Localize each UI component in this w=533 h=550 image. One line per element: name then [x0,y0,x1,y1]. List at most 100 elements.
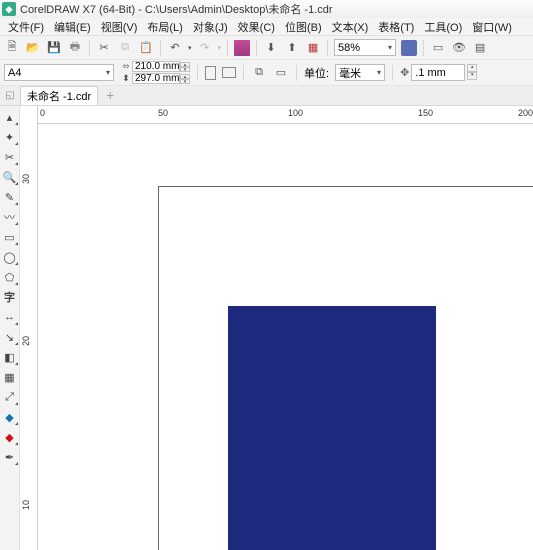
separator [392,65,393,81]
publish-pdf-icon[interactable]: ▦ [305,40,321,56]
redo-icon[interactable]: ↷ [197,40,213,56]
nudge-icon: ✥ [400,66,409,79]
text-tool-icon[interactable]: 字 [3,290,17,304]
separator [197,65,198,81]
units-combo[interactable]: 毫米 ▾ [335,64,385,81]
zoom-combo[interactable]: 58% ▾ [334,39,396,56]
menu-text[interactable]: 文本(X) [328,18,373,36]
chevron-down-icon: ▾ [106,68,110,77]
polygon-tool-icon[interactable]: ⬠ [3,270,17,284]
options-icon[interactable]: ▤ [472,40,488,56]
menu-edit[interactable]: 编辑(E) [50,18,95,36]
menu-bitmap[interactable]: 位图(B) [281,18,326,36]
separator [256,40,257,56]
ruler-v-tick: 20 [21,336,31,346]
zoom-tool-icon[interactable]: 🔍 [3,170,17,184]
connector-icon[interactable]: ↘ [3,330,17,344]
ruler-v-tick: 10 [21,500,31,510]
height-spinner[interactable]: ▴▾ [180,74,190,84]
new-icon[interactable]: 🗎 [4,40,20,56]
separator [243,65,244,81]
separator [296,65,297,81]
chevron-down-icon: ▾ [388,43,392,52]
title-bar: ◆ CorelDRAW X7 (64-Bit) - C:\Users\Admin… [0,0,533,18]
artistic-media-icon[interactable]: 〰 [3,210,17,224]
export-icon[interactable]: ⬆ [284,40,300,56]
drop-shadow-icon[interactable]: ◧ [3,350,17,364]
menu-view[interactable]: 视图(V) [97,18,142,36]
page-height-input[interactable] [132,73,180,84]
ruler-h-tick: 100 [288,108,303,118]
ruler-horizontal[interactable]: 0 50 100 150 200 [38,106,533,124]
print-icon[interactable]: 🖶 [67,40,83,56]
document-tab-label: 未命名 -1.cdr [27,88,91,104]
units-value: 毫米 [339,65,361,81]
width-icon: ⬄ [120,61,132,72]
ellipse-tool-icon[interactable]: ◯ [3,250,17,264]
show-rulers-icon[interactable]: 👁 [451,40,467,56]
unit-label: 单位: [304,65,329,81]
pick-tool-icon[interactable]: ▴ [3,110,17,124]
separator [89,40,90,56]
paper-size-combo[interactable]: A4 ▾ [4,64,114,81]
document-tab[interactable]: 未命名 -1.cdr [20,86,98,105]
import-icon[interactable]: ⬇ [263,40,279,56]
new-tab-icon[interactable]: + [102,88,118,104]
cut-icon[interactable]: ✂ [96,40,112,56]
menu-tools[interactable]: 工具(O) [420,18,466,36]
nudge-input[interactable]: .1 mm [411,64,465,81]
redo-dropdown-icon[interactable]: ▾ [218,44,222,52]
separator [327,40,328,56]
smart-fill-icon[interactable]: ◆ [3,430,17,444]
parallel-dim-icon[interactable]: ↔ [3,310,17,324]
canvas[interactable] [38,124,533,550]
zoom-value: 58% [338,42,360,54]
transparency-icon[interactable]: ▦ [3,370,17,384]
separator [423,40,424,56]
menu-effects[interactable]: 效果(C) [234,18,279,36]
eyedropper-icon[interactable]: ⤢ [3,390,17,404]
undo-icon[interactable]: ↶ [167,40,183,56]
ruler-h-tick: 150 [418,108,433,118]
menu-table[interactable]: 表格(T) [374,18,418,36]
save-icon[interactable]: 💾 [46,40,62,56]
drawn-rectangle[interactable] [228,306,436,550]
portrait-icon[interactable] [205,66,216,80]
width-spinner[interactable]: ▴▾ [180,62,190,72]
app-logo-icon: ◆ [2,2,16,16]
fullscreen-icon[interactable]: ▭ [430,40,446,56]
ruler-h-tick: 200 [518,108,533,118]
menu-file[interactable]: 文件(F) [4,18,48,36]
current-page-icon[interactable]: ▭ [273,65,289,81]
rectangle-tool-icon[interactable]: ▭ [3,230,17,244]
crop-tool-icon[interactable]: ✂ [3,150,17,164]
separator [160,40,161,56]
canvas-zone: 0 50 100 150 200 [38,106,533,550]
nudge-spinner[interactable]: ▴▾ [467,64,477,81]
outline-pen-icon[interactable]: ✒ [3,450,17,464]
search-content-icon[interactable] [234,40,250,56]
menu-window[interactable]: 窗口(W) [468,18,516,36]
open-icon[interactable]: 📂 [25,40,41,56]
landscape-icon[interactable] [222,67,236,78]
undo-dropdown-icon[interactable]: ▾ [188,44,192,52]
snap-icon[interactable] [401,40,417,56]
restore-window-icon[interactable]: ◱ [2,88,18,104]
height-icon: ⬍ [120,73,132,84]
page-dimensions: ⬄ ▴▾ ⬍ ▴▾ [120,61,190,85]
ruler-v-tick: 30 [21,174,31,184]
shape-tool-icon[interactable]: ✦ [3,130,17,144]
menu-layout[interactable]: 布局(L) [143,18,186,36]
nudge-value: .1 mm [415,67,446,79]
ruler-vertical[interactable]: 30 20 10 [20,106,38,550]
menu-object[interactable]: 对象(J) [189,18,232,36]
freehand-tool-icon[interactable]: ✎ [3,190,17,204]
menu-bar: 文件(F) 编辑(E) 视图(V) 布局(L) 对象(J) 效果(C) 位图(B… [0,18,533,36]
interactive-fill-icon[interactable]: ◆ [3,410,17,424]
page-width-input[interactable] [132,61,180,72]
copy-icon[interactable]: ⧉ [117,40,133,56]
separator [227,40,228,56]
work-area: ▴ ✦ ✂ 🔍 ✎ 〰 ▭ ◯ ⬠ 字 ↔ ↘ ◧ ▦ ⤢ ◆ ◆ ✒ 30 2… [0,106,533,550]
all-pages-icon[interactable]: ⧉ [251,65,267,81]
paste-icon[interactable]: 📋 [138,40,154,56]
